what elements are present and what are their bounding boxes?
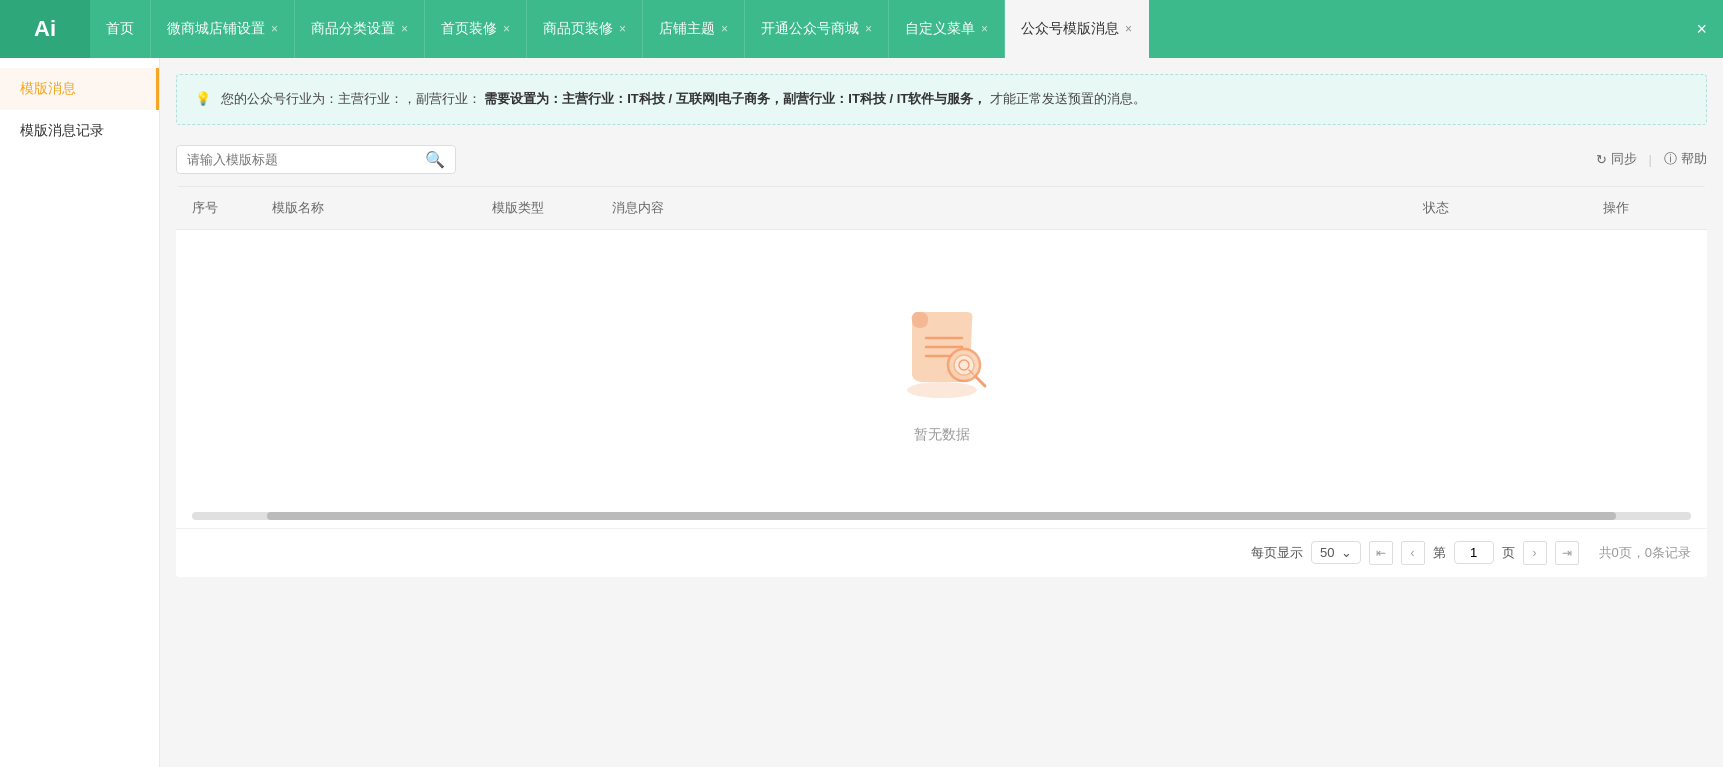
sync-icon: ↻: [1596, 152, 1607, 167]
nav-tab-homepage-decor[interactable]: 首页装修×: [425, 0, 527, 58]
th-action: 操作: [1587, 187, 1707, 229]
close-tab-homepage-decor[interactable]: ×: [503, 22, 510, 36]
table-header: 序号 模版名称 模版类型 消息内容 状态 操作: [176, 186, 1707, 230]
top-nav: Ai 首页微商城店铺设置×商品分类设置×首页装修×商品页装修×店铺主题×开通公众…: [0, 0, 1723, 58]
content-area: 💡 您的公众号行业为：主营行业：，副营行业： 需要设置为：主营行业：IT科技 /…: [160, 58, 1723, 767]
toolbar-right: ↻ 同步 | ⓘ 帮助: [1596, 150, 1707, 168]
table-wrapper: 序号 模版名称 模版类型 消息内容 状态 操作: [176, 186, 1707, 577]
empty-state: 暂无数据: [176, 230, 1707, 504]
help-icon: ⓘ: [1664, 150, 1677, 168]
main-layout: 模版消息模版消息记录 💡 您的公众号行业为：主营行业：，副营行业： 需要设置为：…: [0, 58, 1723, 767]
th-seq: 序号: [176, 187, 256, 229]
sidebar: 模版消息模版消息记录: [0, 58, 160, 767]
per-page-label: 每页显示: [1251, 544, 1303, 562]
page-label-before: 第: [1433, 544, 1446, 562]
per-page-value: 50: [1320, 545, 1334, 560]
notice-text-prefix: 您的公众号行业为：主营行业：，副营行业：: [221, 91, 481, 106]
close-tab-product-page-decor[interactable]: ×: [619, 22, 626, 36]
nav-tab-template-msg[interactable]: 公众号模版消息×: [1005, 0, 1149, 58]
scrollbar-track[interactable]: [192, 512, 1691, 520]
search-input-wrapper: 🔍: [176, 145, 456, 174]
sync-button[interactable]: ↻ 同步: [1596, 150, 1637, 168]
nav-tab-shop-theme[interactable]: 店铺主题×: [643, 0, 745, 58]
notice-text-suffix: 才能正常发送预置的消息。: [990, 91, 1146, 106]
per-page-select[interactable]: 50 ⌄: [1311, 541, 1360, 564]
close-all-button[interactable]: ×: [1680, 0, 1723, 58]
page-input[interactable]: [1454, 541, 1494, 564]
nav-tab-product-page-decor[interactable]: 商品页装修×: [527, 0, 643, 58]
help-button[interactable]: ⓘ 帮助: [1664, 150, 1707, 168]
nav-tab-product-category[interactable]: 商品分类设置×: [295, 0, 425, 58]
first-page-button[interactable]: ⇤: [1369, 541, 1393, 565]
sidebar-item-template-msg[interactable]: 模版消息: [0, 68, 159, 110]
next-page-button[interactable]: ›: [1523, 541, 1547, 565]
empty-text: 暂无数据: [914, 426, 970, 444]
scrollbar-thumb: [267, 512, 1616, 520]
th-type: 模版类型: [476, 187, 596, 229]
search-input[interactable]: [187, 152, 425, 167]
notice-box: 💡 您的公众号行业为：主营行业：，副营行业： 需要设置为：主营行业：IT科技 /…: [176, 74, 1707, 125]
sidebar-item-template-msg-record[interactable]: 模版消息记录: [0, 110, 159, 152]
close-tab-shop-theme[interactable]: ×: [721, 22, 728, 36]
page-label-after: 页: [1502, 544, 1515, 562]
prev-page-button[interactable]: ‹: [1401, 541, 1425, 565]
th-status: 状态: [1407, 187, 1587, 229]
search-bar: 🔍 ↻ 同步 | ⓘ 帮助: [176, 145, 1707, 174]
help-label: 帮助: [1681, 150, 1707, 168]
toolbar-divider: |: [1649, 152, 1652, 167]
notice-icon: 💡: [195, 91, 211, 106]
nav-tab-wechat-shop[interactable]: 微商城店铺设置×: [151, 0, 295, 58]
close-tab-product-category[interactable]: ×: [401, 22, 408, 36]
svg-line-6: [975, 376, 985, 386]
nav-tab-custom-menu[interactable]: 自定义菜单×: [889, 0, 1005, 58]
close-tab-wechat-shop[interactable]: ×: [271, 22, 278, 36]
pagination: 每页显示 50 ⌄ ⇤ ‹ 第 页 › ⇥ 共0页，0条记录: [176, 528, 1707, 577]
th-content: 消息内容: [596, 187, 1407, 229]
close-tab-open-wechat-shop[interactable]: ×: [865, 22, 872, 36]
search-icon[interactable]: 🔍: [425, 150, 445, 169]
nav-tabs: 首页微商城店铺设置×商品分类设置×首页装修×商品页装修×店铺主题×开通公众号商城…: [90, 0, 1680, 58]
scrollbar-area: [176, 512, 1707, 520]
last-page-button[interactable]: ⇥: [1555, 541, 1579, 565]
total-info: 共0页，0条记录: [1599, 544, 1691, 562]
th-name: 模版名称: [256, 187, 476, 229]
svg-point-0: [907, 382, 977, 398]
close-tab-custom-menu[interactable]: ×: [981, 22, 988, 36]
logo-text: Ai: [34, 16, 56, 42]
chevron-down-icon: ⌄: [1341, 545, 1352, 560]
nav-tab-open-wechat-shop[interactable]: 开通公众号商城×: [745, 0, 889, 58]
logo: Ai: [0, 0, 90, 58]
nav-tab-home[interactable]: 首页: [90, 0, 151, 58]
notice-highlight: 需要设置为：主营行业：IT科技 / 互联网|电子商务，副营行业：IT科技 / I…: [484, 91, 986, 106]
empty-illustration: [882, 290, 1002, 410]
close-tab-template-msg[interactable]: ×: [1125, 22, 1132, 36]
sync-label: 同步: [1611, 150, 1637, 168]
